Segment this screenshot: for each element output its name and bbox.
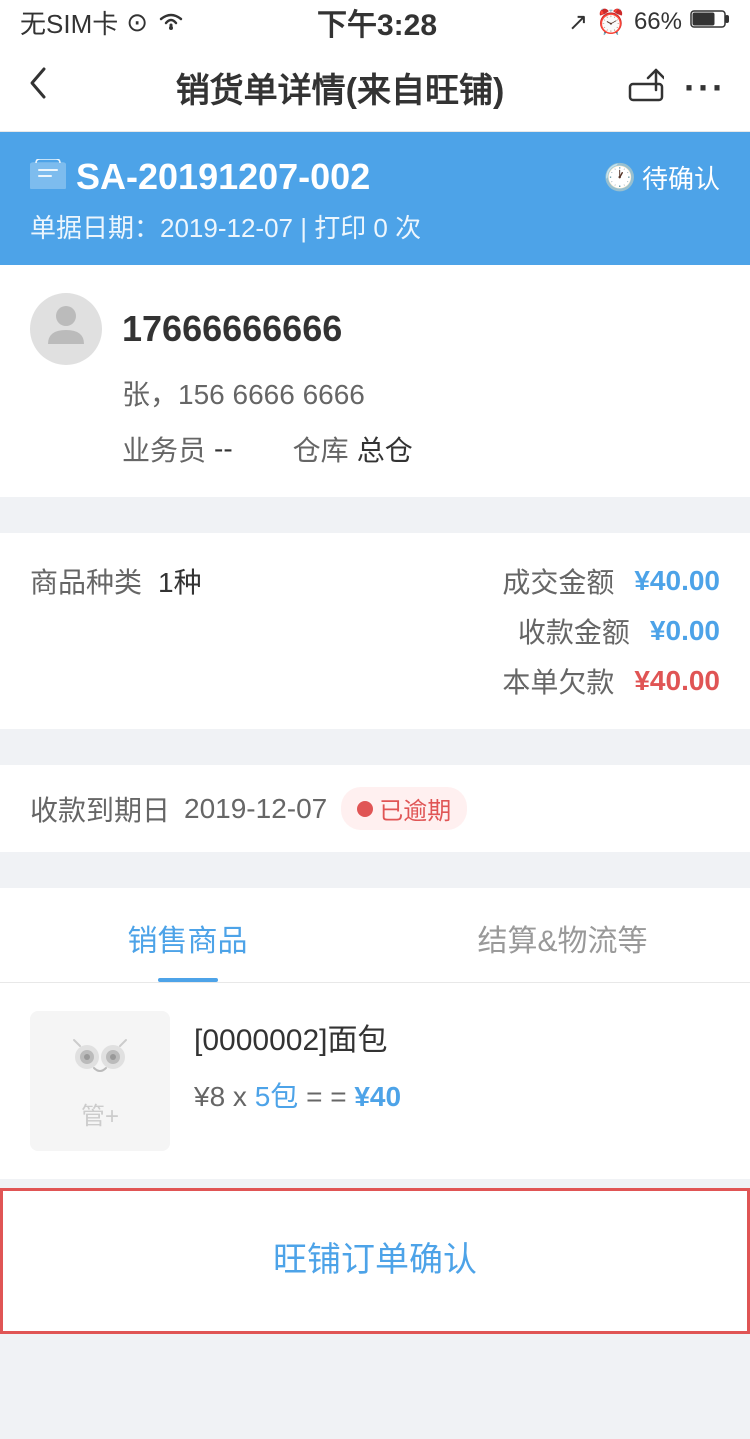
order-status: 🕐 待确认	[604, 159, 720, 196]
tab-settlement-label: 结算&物流等	[477, 925, 647, 958]
status-clock-icon: 🕐	[604, 162, 636, 193]
order-id-row: SA-20191207-002	[30, 156, 370, 198]
overdue-text: 已逾期	[379, 791, 451, 826]
overdue-dot-icon	[357, 801, 373, 817]
alarm-icon: ⏰	[596, 8, 626, 37]
summary-section: 商品种类 1种 成交金额 ¥40.00 收款金额 ¥0.00 本单欠款 ¥40.…	[0, 533, 750, 729]
product-total: ¥40	[354, 1081, 401, 1112]
back-button[interactable]	[24, 61, 52, 114]
wifi-icon: ⊙	[126, 7, 148, 38]
product-info: [0000002]面包 ¥8 x 5包 = = ¥40	[194, 1011, 720, 1115]
nav-bar: 销货单详情(来自旺铺) ···	[0, 44, 750, 132]
page-title: 销货单详情(来自旺铺)	[176, 63, 505, 112]
customer-section: 17666666666 张，156 6666 6666 业务员 -- 仓库 总仓	[0, 265, 750, 497]
price-equals: =	[330, 1081, 354, 1112]
battery-label: 66%	[634, 8, 682, 36]
tab-settlement[interactable]: 结算&物流等	[375, 888, 750, 982]
location-icon: ↗	[568, 8, 588, 37]
due-section: 收款到期日 2019-12-07 已逾期	[0, 765, 750, 852]
amount-label-2: 本单欠款	[502, 661, 614, 701]
battery-icon	[690, 8, 730, 37]
order-meta: 单据日期：2019-12-07 | 打印 0 次	[30, 208, 720, 245]
warehouse-label: 仓库	[293, 429, 349, 469]
order-id-text: SA-20191207-002	[76, 156, 370, 198]
category-count: 1种	[158, 561, 202, 601]
order-date: 单据日期：2019-12-07	[30, 213, 293, 243]
salesperson-value: --	[214, 433, 233, 465]
product-price: ¥8 x 5包 = = ¥40	[194, 1075, 720, 1115]
logo-text: 管+	[81, 1096, 119, 1131]
status-text: 待确认	[642, 159, 720, 196]
nav-actions: ···	[628, 66, 726, 110]
customer-info-row: 业务员 -- 仓库 总仓	[122, 429, 720, 469]
confirm-order-button[interactable]: 旺铺订单确认	[33, 1211, 717, 1301]
status-left: 无SIM卡 ⊙	[20, 4, 186, 41]
product-name: [0000002]面包	[194, 1015, 720, 1059]
customer-name: 张，156 6666 6666	[122, 373, 720, 413]
summary-row-1: 收款金额 ¥0.00	[518, 611, 720, 651]
divider-3	[0, 870, 750, 888]
product-section: 管+ [0000002]面包 ¥8 x 5包 = = ¥40	[0, 983, 750, 1179]
order-print-info: | 打印 0 次	[300, 213, 421, 243]
category-label: 商品种类	[30, 561, 142, 601]
warehouse-value: 总仓	[357, 429, 413, 469]
order-header: SA-20191207-002 🕐 待确认 单据日期：2019-12-07 | …	[0, 132, 750, 265]
product-logo: 管+	[60, 1032, 140, 1131]
order-icon	[30, 156, 66, 198]
status-bar: 无SIM卡 ⊙ 下午3:28 ↗ ⏰ 66%	[0, 0, 750, 44]
tab-products-label: 销售商品	[128, 925, 248, 958]
warehouse-item: 仓库 总仓	[293, 429, 413, 469]
amount-label-1: 收款金额	[518, 611, 630, 651]
amount-label-0: 成交金额	[502, 561, 614, 601]
due-date-label: 收款到期日	[30, 789, 170, 829]
salesperson-item: 业务员 --	[122, 429, 233, 469]
summary-row-2: 本单欠款 ¥40.00	[502, 661, 720, 701]
product-thumbnail: 管+	[30, 1011, 170, 1151]
price-separator: =	[306, 1081, 322, 1112]
amount-value-2: ¥40.00	[634, 665, 720, 697]
divider-2	[0, 747, 750, 765]
summary-right: 成交金额 ¥40.00 收款金额 ¥0.00 本单欠款 ¥40.00	[502, 561, 720, 701]
summary-row-0: 成交金额 ¥40.00	[502, 561, 720, 601]
customer-row: 17666666666	[30, 293, 720, 365]
customer-phone: 17666666666	[122, 308, 342, 350]
salesperson-label: 业务员	[122, 429, 206, 469]
amount-value-1: ¥0.00	[650, 615, 720, 647]
divider-1	[0, 515, 750, 533]
more-icon[interactable]: ···	[684, 67, 726, 109]
product-qty: 5包	[255, 1081, 299, 1112]
avatar	[30, 293, 102, 365]
avatar-person-icon	[44, 302, 88, 356]
amount-value-0: ¥40.00	[634, 565, 720, 597]
status-right: ↗ ⏰ 66%	[568, 8, 730, 37]
due-date-value: 2019-12-07	[184, 793, 327, 825]
price-formula: ¥8 x	[194, 1081, 247, 1112]
tabs-section: 销售商品 结算&物流等	[0, 888, 750, 983]
wifi-signal	[156, 7, 186, 38]
summary-left: 商品种类 1种	[30, 561, 202, 601]
tab-products[interactable]: 销售商品	[0, 888, 375, 982]
confirm-btn-wrapper: 旺铺订单确认	[0, 1188, 750, 1334]
tabs-row: 销售商品 结算&物流等	[0, 888, 750, 983]
overdue-badge: 已逾期	[341, 787, 467, 830]
status-time: 下午3:28	[317, 0, 437, 44]
carrier-label: 无SIM卡	[20, 4, 118, 41]
share-icon[interactable]	[628, 66, 664, 110]
